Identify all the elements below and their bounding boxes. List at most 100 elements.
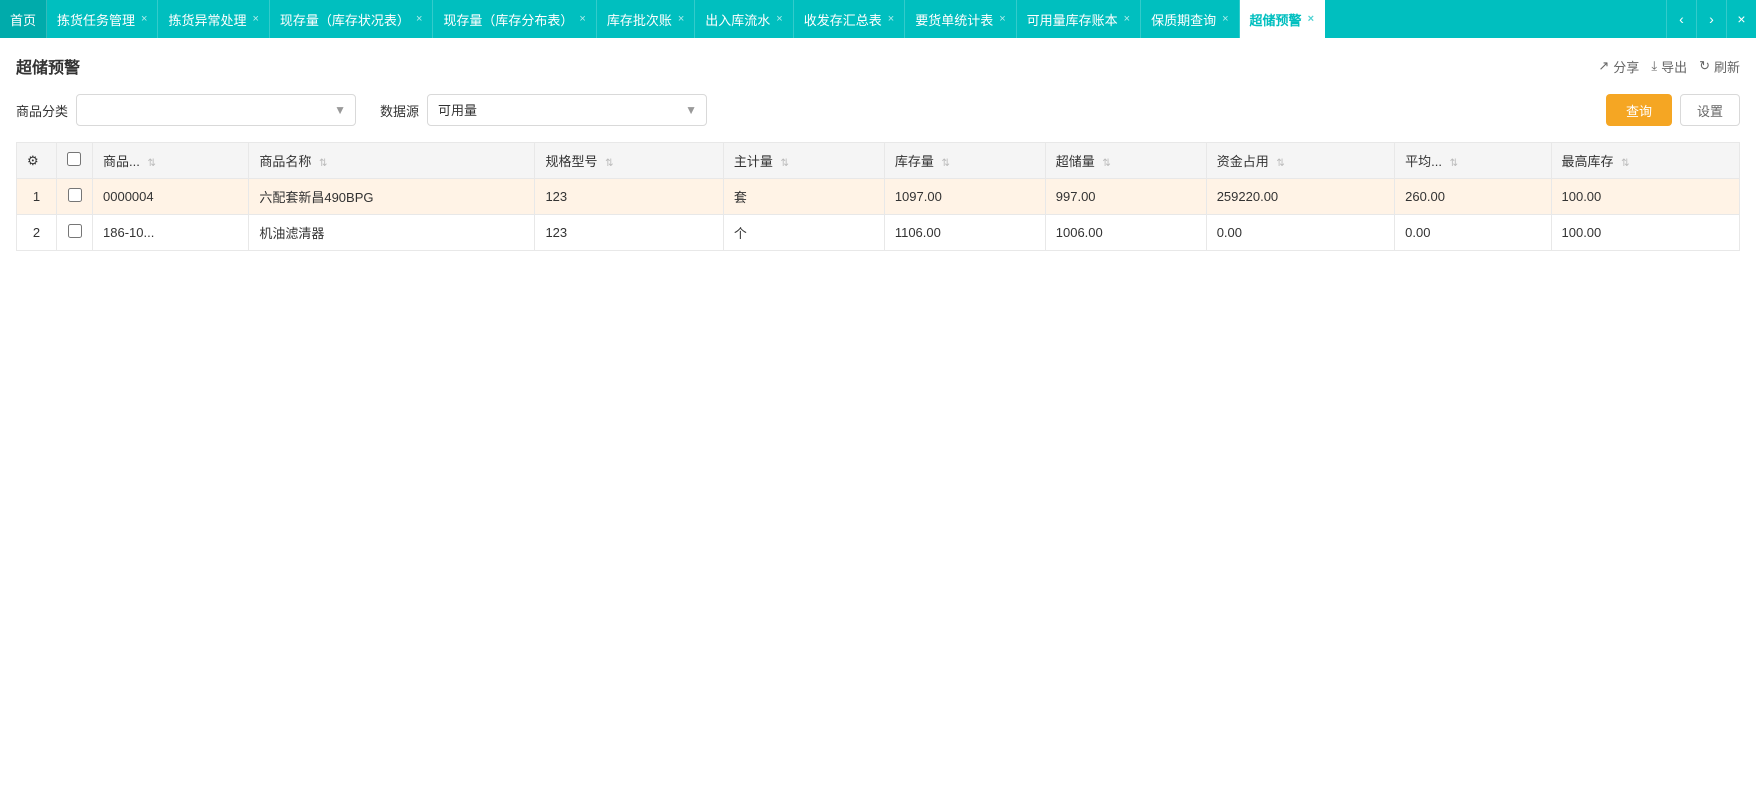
row-code: 186-10... bbox=[93, 215, 249, 251]
sort-icon-stock: ⇅ bbox=[941, 158, 949, 169]
row-index: 1 bbox=[17, 179, 57, 215]
row-checkbox[interactable] bbox=[68, 224, 82, 238]
col-capital[interactable]: 资金占用 ⇅ bbox=[1206, 143, 1394, 179]
close-tab-2[interactable]: × bbox=[252, 13, 258, 25]
datasource-label: 数据源 bbox=[380, 101, 419, 120]
nav-item-available-stock[interactable]: 可用量库存账本 × bbox=[1017, 0, 1141, 38]
col-code[interactable]: 商品... ⇅ bbox=[93, 143, 249, 179]
share-button[interactable]: ↗ 分享 bbox=[1598, 57, 1639, 76]
col-stock[interactable]: 库存量 ⇅ bbox=[884, 143, 1045, 179]
col-spec[interactable]: 规格型号 ⇅ bbox=[535, 143, 723, 179]
close-tab-11[interactable]: × bbox=[1308, 13, 1314, 25]
refresh-button[interactable]: ↻ 刷新 bbox=[1699, 57, 1740, 76]
row-name: 机油滤清器 bbox=[249, 215, 535, 251]
sort-icon-name: ⇅ bbox=[319, 158, 327, 169]
col-select-all[interactable] bbox=[57, 143, 93, 179]
col-unit[interactable]: 主计量 ⇅ bbox=[723, 143, 884, 179]
col-settings[interactable]: ⚙ bbox=[17, 143, 57, 179]
nav-close-all-button[interactable]: × bbox=[1726, 0, 1756, 38]
nav-item-overstock[interactable]: 超储预警 × bbox=[1240, 0, 1325, 38]
sort-icon-code: ⇅ bbox=[147, 158, 155, 169]
col-avg[interactable]: 平均... ⇅ bbox=[1395, 143, 1551, 179]
nav-item-task-management[interactable]: 拣货任务管理 × bbox=[47, 0, 158, 38]
row-name: 六配套新昌490BPG bbox=[249, 179, 535, 215]
sort-icon-max-stock: ⇅ bbox=[1621, 158, 1629, 169]
share-icon: ↗ bbox=[1598, 58, 1609, 74]
nav-item-order-stats[interactable]: 要货单统计表 × bbox=[905, 0, 1016, 38]
row-checkbox-cell[interactable] bbox=[57, 179, 93, 215]
nav-item-stock-dist[interactable]: 现存量（库存分布表） × bbox=[433, 0, 596, 38]
export-icon: ⤓ bbox=[1651, 58, 1657, 74]
nav-item-stock-status[interactable]: 现存量（库存状况表） × bbox=[270, 0, 433, 38]
row-index: 2 bbox=[17, 215, 57, 251]
nav-item-expiry[interactable]: 保质期查询 × bbox=[1141, 0, 1239, 38]
row-code: 0000004 bbox=[93, 179, 249, 215]
page-content: 超储预警 ↗ 分享 ⤓ 导出 ↻ 刷新 商品分类 ▼ bbox=[0, 38, 1756, 800]
sort-icon-unit: ⇅ bbox=[781, 158, 789, 169]
row-overstock: 1006.00 bbox=[1045, 215, 1206, 251]
close-tab-5[interactable]: × bbox=[678, 13, 684, 25]
filter-actions: 查询 设置 bbox=[1606, 94, 1740, 126]
sort-icon-overstock: ⇅ bbox=[1102, 158, 1110, 169]
category-filter-group: 商品分类 ▼ bbox=[16, 94, 356, 126]
col-name[interactable]: 商品名称 ⇅ bbox=[249, 143, 535, 179]
row-unit: 个 bbox=[723, 215, 884, 251]
close-tab-9[interactable]: × bbox=[1124, 13, 1130, 25]
row-avg: 0.00 bbox=[1395, 215, 1551, 251]
row-checkbox-cell[interactable] bbox=[57, 215, 93, 251]
row-overstock: 997.00 bbox=[1045, 179, 1206, 215]
close-tab-1[interactable]: × bbox=[141, 13, 147, 25]
category-label: 商品分类 bbox=[16, 101, 68, 120]
row-max-stock: 100.00 bbox=[1551, 215, 1740, 251]
nav-item-home[interactable]: 首页 bbox=[0, 0, 47, 38]
row-capital: 259220.00 bbox=[1206, 179, 1394, 215]
datasource-select[interactable]: 可用量 库存量 bbox=[427, 94, 707, 126]
category-select-wrapper: ▼ bbox=[76, 94, 356, 126]
row-spec: 123 bbox=[535, 215, 723, 251]
export-button[interactable]: ⤓ 导出 bbox=[1651, 57, 1687, 76]
nav-item-batch[interactable]: 库存批次账 × bbox=[597, 0, 695, 38]
category-select[interactable] bbox=[76, 94, 356, 126]
close-tab-10[interactable]: × bbox=[1222, 13, 1228, 25]
sort-icon-avg: ⇅ bbox=[1450, 158, 1458, 169]
datasource-filter-group: 数据源 可用量 库存量 ▼ bbox=[380, 94, 707, 126]
header-actions: ↗ 分享 ⤓ 导出 ↻ 刷新 bbox=[1598, 57, 1740, 76]
filter-row: 商品分类 ▼ 数据源 可用量 库存量 ▼ 查询 设置 bbox=[16, 94, 1740, 126]
page-title: 超储预警 bbox=[16, 54, 80, 78]
top-navigation: 首页 拣货任务管理 × 拣货异常处理 × 现存量（库存状况表） × 现存量（库存… bbox=[0, 0, 1756, 38]
row-capital: 0.00 bbox=[1206, 215, 1394, 251]
close-tab-4[interactable]: × bbox=[579, 13, 585, 25]
datasource-select-wrapper: 可用量 库存量 ▼ bbox=[427, 94, 707, 126]
nav-item-summary[interactable]: 收发存汇总表 × bbox=[794, 0, 905, 38]
nav-item-flow[interactable]: 出入库流水 × bbox=[695, 0, 793, 38]
settings-button[interactable]: 设置 bbox=[1680, 94, 1740, 126]
page-header: 超储预警 ↗ 分享 ⤓ 导出 ↻ 刷新 bbox=[16, 54, 1740, 78]
sort-icon-spec: ⇅ bbox=[605, 158, 613, 169]
nav-next-button[interactable]: › bbox=[1696, 0, 1726, 38]
close-tab-7[interactable]: × bbox=[888, 13, 894, 25]
nav-arrows-container: ‹ › × bbox=[1666, 0, 1756, 38]
select-all-checkbox[interactable] bbox=[67, 152, 81, 166]
nav-prev-button[interactable]: ‹ bbox=[1666, 0, 1696, 38]
close-tab-6[interactable]: × bbox=[776, 13, 782, 25]
row-stock: 1097.00 bbox=[884, 179, 1045, 215]
refresh-icon: ↻ bbox=[1699, 58, 1710, 74]
row-spec: 123 bbox=[535, 179, 723, 215]
gear-icon: ⚙ bbox=[27, 153, 39, 168]
table-header: ⚙ 商品... ⇅ 商品名称 ⇅ 规格型号 ⇅ 主计量 bbox=[17, 143, 1740, 179]
table-row[interactable]: 2 186-10... 机油滤清器 123 个 1106.00 1006.00 … bbox=[17, 215, 1740, 251]
table-body: 1 0000004 六配套新昌490BPG 123 套 1097.00 997.… bbox=[17, 179, 1740, 251]
row-stock: 1106.00 bbox=[884, 215, 1045, 251]
data-table: ⚙ 商品... ⇅ 商品名称 ⇅ 规格型号 ⇅ 主计量 bbox=[16, 142, 1740, 251]
close-tab-3[interactable]: × bbox=[416, 13, 422, 25]
query-button[interactable]: 查询 bbox=[1606, 94, 1672, 126]
row-unit: 套 bbox=[723, 179, 884, 215]
col-max-stock[interactable]: 最高库存 ⇅ bbox=[1551, 143, 1740, 179]
table-row[interactable]: 1 0000004 六配套新昌490BPG 123 套 1097.00 997.… bbox=[17, 179, 1740, 215]
row-avg: 260.00 bbox=[1395, 179, 1551, 215]
row-max-stock: 100.00 bbox=[1551, 179, 1740, 215]
close-tab-8[interactable]: × bbox=[999, 13, 1005, 25]
col-overstock[interactable]: 超储量 ⇅ bbox=[1045, 143, 1206, 179]
nav-item-exception[interactable]: 拣货异常处理 × bbox=[158, 0, 269, 38]
row-checkbox[interactable] bbox=[68, 188, 82, 202]
